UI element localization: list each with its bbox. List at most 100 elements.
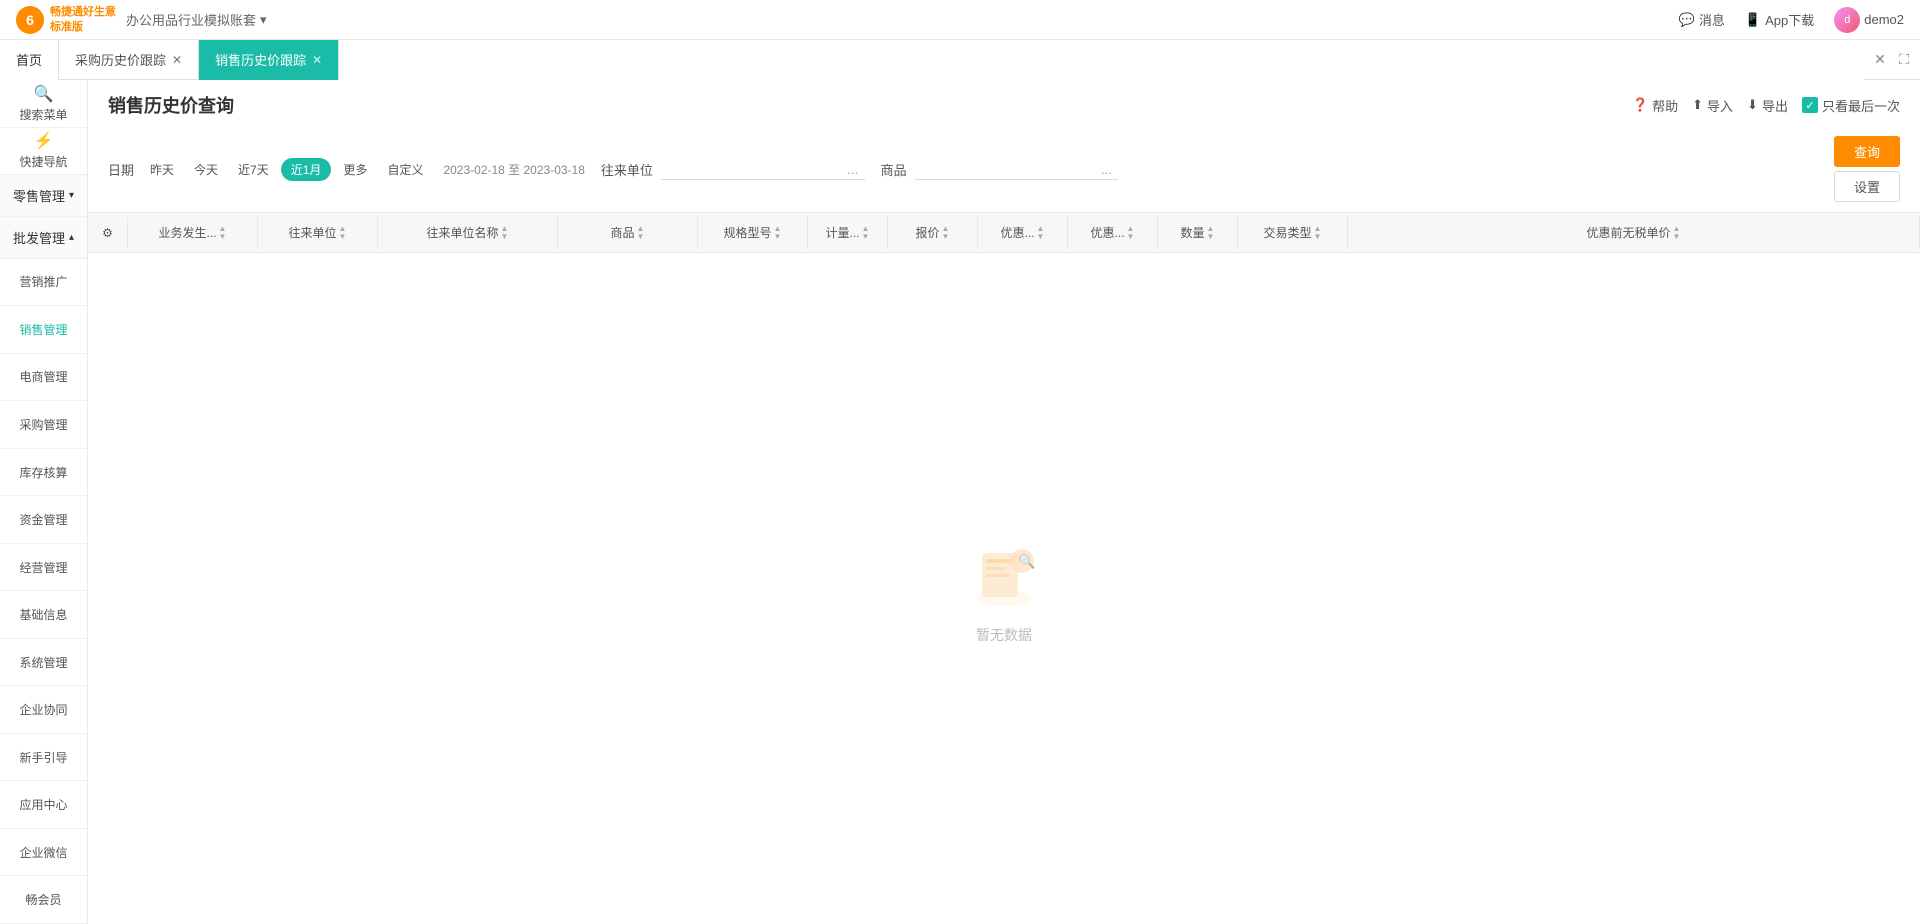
sort-price-icon: ▲▼ xyxy=(942,225,950,241)
empty-state: 🔍 暂无数据 xyxy=(88,253,1920,924)
filter-actions: 查询 设置 xyxy=(1834,136,1900,202)
th-qty[interactable]: 数量 ▲▼ xyxy=(1158,216,1238,249)
tab-sales-history[interactable]: 销售历史价跟踪 ✕ xyxy=(199,40,339,80)
export-icon: ⬇ xyxy=(1747,97,1758,113)
partner-label: 往来单位 xyxy=(601,160,653,179)
close-window-icon[interactable]: ✕ xyxy=(1872,52,1888,68)
user-menu[interactable]: d demo2 xyxy=(1834,7,1904,33)
date-label: 日期 xyxy=(108,160,134,179)
help-action[interactable]: ❓ 帮助 xyxy=(1632,96,1678,115)
sidebar-item-purchase[interactable]: 采购管理 xyxy=(0,401,87,449)
date-btn-more[interactable]: 更多 xyxy=(335,158,375,181)
th-unit[interactable]: 计量... ▲▼ xyxy=(808,216,888,249)
date-range: 2023-02-18 至 2023-03-18 xyxy=(443,161,584,178)
export-action[interactable]: ⬇ 导出 xyxy=(1747,96,1788,115)
th-partner-name[interactable]: 往来单位名称 ▲▼ xyxy=(378,216,558,249)
sidebar-item-retail[interactable]: 零售管理 ▾ xyxy=(0,175,87,217)
sidebar-item-marketing[interactable]: 营销推广 xyxy=(0,259,87,307)
product-input[interactable] xyxy=(921,161,1097,176)
close-sales-tab-icon[interactable]: ✕ xyxy=(312,53,322,67)
avatar: d xyxy=(1834,7,1860,33)
import-action[interactable]: ⬆ 导入 xyxy=(1692,96,1733,115)
only-last-checkbox[interactable]: ✓ 只看最后一次 xyxy=(1802,96,1900,115)
th-spec[interactable]: 规格型号 ▲▼ xyxy=(698,216,808,249)
top-bar-left: 6 畅捷通好生意 标准版 办公用品行业模拟账套 ▾ xyxy=(16,5,267,34)
settings-button[interactable]: 设置 xyxy=(1834,171,1900,202)
tab-home[interactable]: 首页 xyxy=(0,40,59,80)
app-selector[interactable]: 办公用品行业模拟账套 ▾ xyxy=(126,10,267,29)
sort-product-icon: ▲▼ xyxy=(637,225,645,241)
sidebar-item-operations[interactable]: 经营管理 xyxy=(0,544,87,592)
sidebar-item-app-center[interactable]: 应用中心 xyxy=(0,781,87,829)
svg-text:🔍: 🔍 xyxy=(1018,552,1035,570)
sidebar-item-quick-nav[interactable]: ⚡ 快捷导航 xyxy=(0,128,87,176)
chevron-down-icon: ▾ xyxy=(260,12,267,28)
date-btn-7days[interactable]: 近7天 xyxy=(230,158,277,181)
content-area: 销售历史价查询 ❓ 帮助 ⬆ 导入 ⬇ 导出 ✓ xyxy=(88,80,1920,924)
sort-qty-icon: ▲▼ xyxy=(1207,225,1215,241)
page-title: 销售历史价查询 xyxy=(108,92,234,118)
app-download-button[interactable]: 📱 App下载 xyxy=(1745,10,1814,29)
sort-date-icon: ▲▼ xyxy=(219,225,227,241)
product-dots-icon[interactable]: ... xyxy=(1101,161,1113,177)
th-disc1[interactable]: 优惠... ▲▼ xyxy=(978,216,1068,249)
partner-dots-icon[interactable]: ... xyxy=(847,161,859,177)
sidebar-item-finance[interactable]: 资金管理 xyxy=(0,496,87,544)
sidebar-item-search[interactable]: 🔍 搜索菜单 xyxy=(0,80,87,128)
th-settings[interactable]: ⚙ xyxy=(88,218,128,248)
sidebar-item-enterprise[interactable]: 企业协同 xyxy=(0,686,87,734)
date-btn-custom[interactable]: 自定义 xyxy=(379,158,431,181)
date-btn-today[interactable]: 今天 xyxy=(186,158,226,181)
th-product[interactable]: 商品 ▲▼ xyxy=(558,216,698,249)
sort-trade-icon: ▲▼ xyxy=(1314,225,1322,241)
logo-icon: 6 xyxy=(16,6,44,34)
th-no-tax[interactable]: 优惠前无税单价 ▲▼ xyxy=(1348,216,1920,249)
sidebar-item-basic-info[interactable]: 基础信息 xyxy=(0,591,87,639)
th-disc2[interactable]: 优惠... ▲▼ xyxy=(1068,216,1158,249)
sort-spec-icon: ▲▼ xyxy=(774,225,782,241)
sort-notax-icon: ▲▼ xyxy=(1673,225,1681,241)
filter-bar: 日期 昨天 今天 近7天 近1月 更多 自定义 2023-02-18 至 202… xyxy=(88,128,1920,212)
th-partner-code[interactable]: 往来单位 ▲▼ xyxy=(258,216,378,249)
top-bar-right: 💬 消息 📱 App下载 d demo2 xyxy=(1679,7,1904,33)
sidebar-item-inventory[interactable]: 库存核算 xyxy=(0,449,87,497)
sidebar-item-wholesale[interactable]: 批发管理 ▴ xyxy=(0,217,87,259)
product-label: 商品 xyxy=(881,160,907,179)
table-header: ⚙ 业务发生... ▲▼ 往来单位 ▲▼ 往来单位名称 ▲▼ 商品 ▲▼ xyxy=(88,213,1920,253)
page-actions: ❓ 帮助 ⬆ 导入 ⬇ 导出 ✓ 只看最后一次 xyxy=(1632,96,1900,115)
tab-spacer xyxy=(339,40,1864,80)
th-date[interactable]: 业务发生... ▲▼ xyxy=(128,216,258,249)
partner-input[interactable] xyxy=(667,161,843,176)
tab-purchase-history[interactable]: 采购历史价跟踪 ✕ xyxy=(59,40,199,80)
query-button[interactable]: 查询 xyxy=(1834,136,1900,167)
sidebar-item-ecommerce[interactable]: 电商管理 xyxy=(0,354,87,402)
sidebar-item-system[interactable]: 系统管理 xyxy=(0,639,87,687)
empty-text: 暂无数据 xyxy=(976,625,1032,645)
th-price[interactable]: 报价 ▲▼ xyxy=(888,216,978,249)
retail-chevron-icon: ▾ xyxy=(69,190,74,201)
date-btn-1month[interactable]: 近1月 xyxy=(281,158,332,181)
date-btn-yesterday[interactable]: 昨天 xyxy=(142,158,182,181)
th-trade-type[interactable]: 交易类型 ▲▼ xyxy=(1238,216,1348,249)
sidebar-item-sales-mgmt[interactable]: 销售管理 xyxy=(0,306,87,354)
page-title-row: 销售历史价查询 ❓ 帮助 ⬆ 导入 ⬇ 导出 ✓ xyxy=(108,92,1900,128)
message-button[interactable]: 💬 消息 xyxy=(1679,10,1725,29)
table-container: ⚙ 业务发生... ▲▼ 往来单位 ▲▼ 往来单位名称 ▲▼ 商品 ▲▼ xyxy=(88,213,1920,924)
date-filter-group: 日期 昨天 今天 近7天 近1月 更多 自定义 2023-02-18 至 202… xyxy=(108,158,585,181)
page-header: 销售历史价查询 ❓ 帮助 ⬆ 导入 ⬇ 导出 ✓ xyxy=(88,80,1920,128)
close-purchase-tab-icon[interactable]: ✕ xyxy=(172,53,182,67)
quick-nav-icon: ⚡ xyxy=(34,131,54,151)
logo-area: 6 畅捷通好生意 标准版 xyxy=(16,5,116,34)
sort-disc2-icon: ▲▼ xyxy=(1127,225,1135,241)
maximize-window-icon[interactable]: ⛶ xyxy=(1896,52,1912,68)
sidebar-item-guide[interactable]: 新手引导 xyxy=(0,734,87,782)
sidebar-item-vip[interactable]: 畅会员 xyxy=(0,876,87,924)
sidebar: 🔍 搜索菜单 ⚡ 快捷导航 零售管理 ▾ 批发管理 ▴ 营销推广 销售管理 电商… xyxy=(0,80,88,924)
gear-icon: ⚙ xyxy=(102,226,113,240)
product-input-wrapper: ... xyxy=(915,159,1119,180)
sidebar-item-wechat[interactable]: 企业微信 xyxy=(0,829,87,877)
date-options: 昨天 今天 近7天 近1月 更多 自定义 xyxy=(142,158,431,181)
tab-bar: 首页 采购历史价跟踪 ✕ 销售历史价跟踪 ✕ ✕ ⛶ xyxy=(0,40,1920,80)
logo-text: 畅捷通好生意 标准版 xyxy=(50,5,116,34)
wholesale-chevron-icon: ▴ xyxy=(69,232,74,243)
